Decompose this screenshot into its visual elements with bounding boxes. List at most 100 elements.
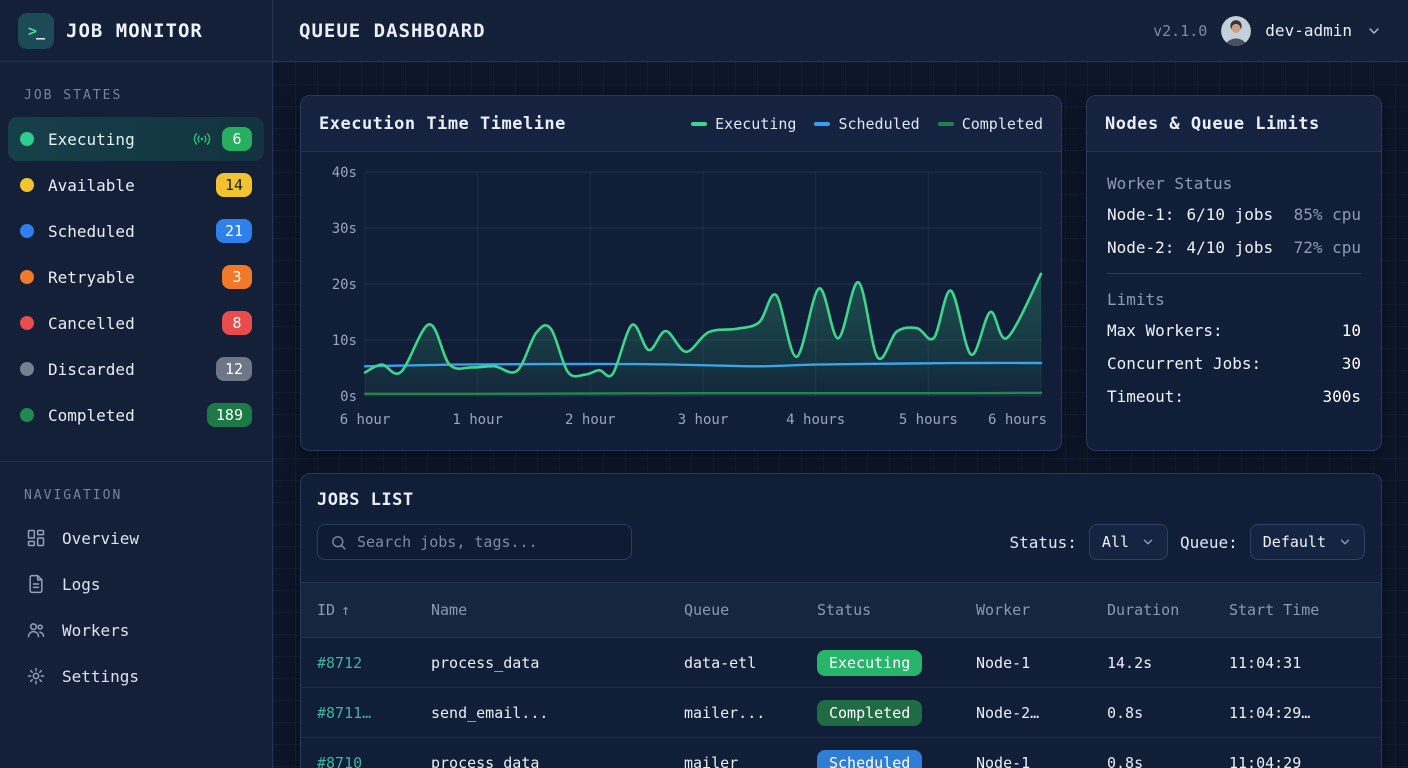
state-dot	[20, 224, 34, 238]
status-badge: Completed	[817, 699, 923, 726]
main-area: QUEUE DASHBOARD v2.1.0 dev-admin Executi…	[273, 0, 1408, 768]
column-header-queue[interactable]: Queue	[684, 601, 817, 619]
content: Execution Time Timeline Executing Schedul…	[273, 62, 1408, 768]
state-count-badge: 8	[222, 311, 252, 335]
column-header-status[interactable]: Status	[817, 601, 976, 619]
column-header-start-time[interactable]: Start Time	[1229, 601, 1365, 619]
status-dropdown[interactable]: All	[1088, 524, 1168, 560]
sidebar-item-completed[interactable]: Completed 189	[8, 393, 264, 437]
terminal-icon: > _	[18, 12, 54, 49]
svg-text:1 hour: 1 hour	[452, 412, 503, 428]
limit-value: 30	[1341, 354, 1361, 373]
table-row[interactable]: #8712 process_data data-etl Executing Node-1…	[301, 638, 1381, 688]
sidebar-item-scheduled[interactable]: Scheduled 21	[8, 209, 264, 253]
table-row[interactable]: #8710 process_data mailer Scheduled Node-1 0.…	[301, 738, 1381, 768]
worker-jobs: 4/10 jobs	[1186, 238, 1274, 257]
sidebar-item-settings[interactable]: Settings	[0, 653, 272, 699]
timeline-card-title: Execution Time Timeline	[319, 113, 566, 134]
column-header-name[interactable]: Name	[431, 601, 684, 619]
state-count-badge: 21	[215, 219, 252, 243]
version-label: v2.1.0	[1153, 21, 1208, 40]
sidebar-item-executing[interactable]: Executing 6	[8, 117, 264, 161]
svg-text:6 hours: 6 hours	[988, 412, 1047, 428]
limit-value: 300s	[1322, 387, 1361, 406]
state-dot	[20, 178, 34, 192]
cell-status: Completed	[817, 699, 976, 726]
jobs-list-title: JOBS LIST	[317, 490, 414, 510]
worker-name: Node-1:	[1107, 205, 1175, 224]
cell-status: Scheduled	[817, 749, 976, 768]
filter-label-queue: Queue:	[1179, 532, 1238, 552]
column-header-id[interactable]: ID ↑	[317, 601, 431, 619]
state-count-badge: 14	[215, 173, 252, 197]
limit-label: Max Workers:	[1107, 321, 1223, 340]
state-label: Discarded	[48, 359, 135, 379]
search-box[interactable]	[317, 524, 632, 560]
state-label: Completed	[48, 405, 135, 425]
sidebar-item-discarded[interactable]: Discarded 12	[8, 347, 264, 391]
limit-label: Concurrent Jobs:	[1107, 354, 1262, 373]
svg-text:30s: 30s	[332, 221, 357, 237]
state-dot	[20, 362, 34, 376]
limits-header: Limits	[1107, 290, 1165, 309]
sidebar-item-cancelled[interactable]: Cancelled 8	[8, 301, 264, 345]
state-dot	[20, 408, 34, 422]
limit-row: Timeout: 300s	[1107, 387, 1361, 406]
brand: > _ JOB MONITOR	[0, 0, 272, 62]
sidebar-item-overview[interactable]: Overview	[0, 515, 272, 561]
cell-worker: Node-1	[976, 653, 1031, 672]
sidebar-item-available[interactable]: Available 14	[8, 163, 264, 207]
dropdown-value: All	[1101, 533, 1129, 551]
svg-text:20s: 20s	[332, 277, 357, 293]
queue-dropdown[interactable]: Default	[1249, 524, 1365, 560]
svg-text:4 hours: 4 hours	[786, 412, 845, 428]
column-header-duration[interactable]: Duration	[1107, 601, 1229, 619]
legend-label: Scheduled	[838, 114, 920, 133]
search-input[interactable]	[357, 533, 619, 551]
username[interactable]: dev-admin	[1265, 21, 1352, 40]
cell-name: send_email...	[431, 703, 549, 722]
status-badge: Executing	[817, 649, 923, 676]
nav-label: Overview	[62, 528, 140, 548]
cell-start: 11:04:29…	[1229, 703, 1311, 722]
svg-text:2 hour: 2 hour	[565, 412, 616, 428]
state-dot	[20, 270, 34, 284]
chevron-down-icon[interactable]	[1366, 23, 1382, 39]
legend-item-completed: Completed	[937, 115, 1043, 133]
cell-id[interactable]: #8711…	[317, 704, 431, 722]
svg-text:3 hour: 3 hour	[678, 412, 729, 428]
state-count-badge: 6	[222, 127, 252, 151]
legend-item-executing: Executing	[691, 115, 796, 133]
svg-text:40s: 40s	[332, 165, 357, 181]
worker-status-row: Node-2: 4/10 jobs 72% cpu	[1107, 238, 1361, 257]
avatar[interactable]	[1221, 15, 1252, 46]
status-badge: Scheduled	[817, 749, 923, 768]
chart-legend: Executing Scheduled Completed	[691, 115, 1043, 133]
state-label: Cancelled	[48, 313, 135, 333]
legend-swatch	[691, 121, 708, 126]
worker-status-list: Node-1: 6/10 jobs 85% cpu Node-2: 4/10 jobs 7…	[1107, 205, 1361, 257]
workers-users-icon	[26, 620, 46, 640]
jobs-list-card: JOBS LIST Status: All Queue: Default ID↑Nam…	[300, 473, 1382, 768]
navigation-header: NAVIGATION	[24, 488, 123, 503]
cell-name: process_data	[431, 653, 540, 672]
job-states-header: JOB STATES	[24, 88, 123, 103]
cell-duration: 0.8s	[1107, 753, 1144, 768]
worker-name: Node-2:	[1107, 238, 1175, 257]
worker-status-header: Worker Status	[1107, 174, 1233, 193]
state-label: Scheduled	[48, 221, 135, 241]
app-root: > _ JOB MONITOR JOB STATES Executing 6 Avai…	[0, 0, 1408, 768]
worker-cpu: 72% cpu	[1293, 238, 1361, 257]
sidebar-item-logs[interactable]: Logs	[0, 561, 272, 607]
nodes-card: Nodes & Queue Limits Worker Status Node-…	[1086, 95, 1382, 451]
state-dot	[20, 316, 34, 330]
nodes-divider	[1107, 273, 1361, 274]
cell-id[interactable]: #8712	[317, 654, 431, 672]
cell-id[interactable]: #8710	[317, 754, 431, 768]
sidebar-item-workers[interactable]: Workers	[0, 607, 272, 653]
column-header-worker[interactable]: Worker	[976, 601, 1107, 619]
sidebar-item-retryable[interactable]: Retryable 3	[8, 255, 264, 299]
search-icon	[330, 534, 347, 551]
table-row[interactable]: #8711… send_email... mailer... Completed Nod…	[301, 688, 1381, 738]
filter-label-status: Status:	[1009, 532, 1077, 552]
